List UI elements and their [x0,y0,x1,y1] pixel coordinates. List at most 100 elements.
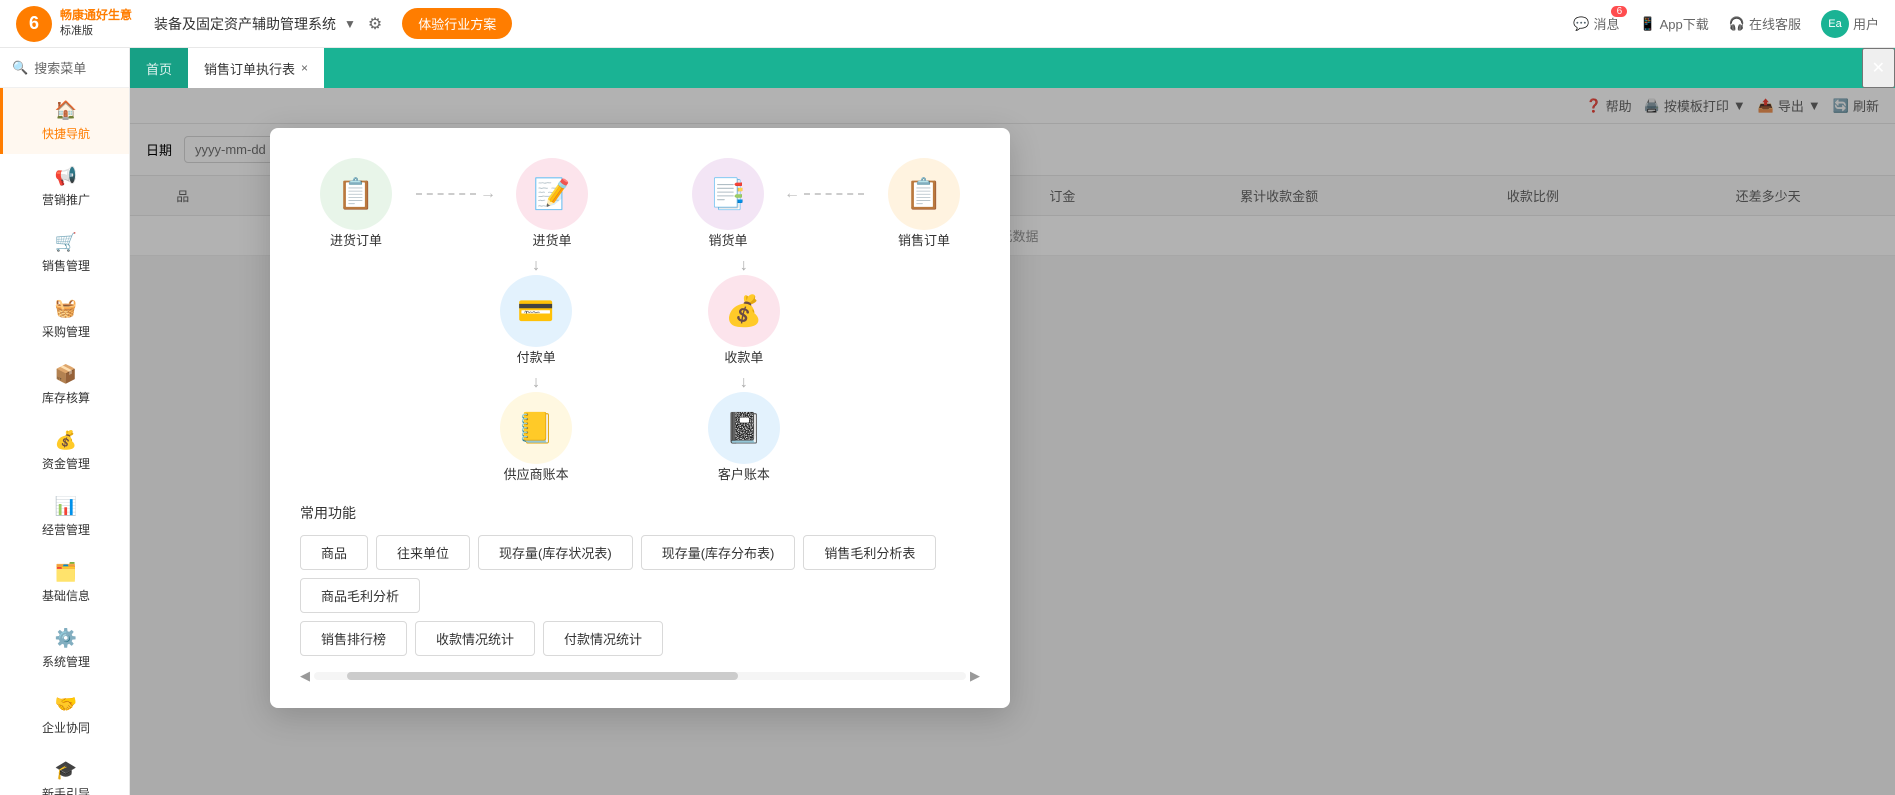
tab-sales-order-label: 销售订单执行表 [204,59,295,78]
sidebar-item-quick-nav[interactable]: 🏠 快捷导航 [0,88,129,154]
func-btn-product[interactable]: 商品 [300,535,368,570]
system-dropdown-btn[interactable]: ▼ [344,17,356,31]
modal-scrollbar[interactable] [314,672,966,680]
online-service-label: 在线客服 [1749,14,1801,33]
tab-close-btn[interactable]: × [301,61,308,75]
sidebar-item-label: 资金管理 [42,455,90,472]
tabs-bar: 首页 销售订单执行表 × ✕ [130,48,1895,88]
online-service-btn[interactable]: 🎧 在线客服 [1729,14,1801,33]
message-btn[interactable]: 💬 消息 6 [1573,14,1619,33]
tab-home[interactable]: 首页 [130,48,188,88]
sidebar-item-enterprise[interactable]: 🤝 企业协同 [0,682,129,748]
search-menu-label: 搜索菜单 [34,58,86,77]
basic-info-icon: 🗂️ [55,562,77,583]
flow-label-supplier-ledger: 供应商账本 [504,464,569,483]
flow-node-payment-bill[interactable]: 💳 [500,275,572,347]
sidebar-item-marketing[interactable]: 📢 营销推广 [0,154,129,220]
sidebar: 🔍 搜索菜单 🏠 快捷导航 📢 营销推广 🛒 销售管理 🧺 采购管理 📦 库存核… [0,48,130,795]
flow-label-sales-bill: 销货单 [708,230,747,249]
common-functions-title: 常用功能 [300,503,980,523]
sidebar-item-basic-info[interactable]: 🗂️ 基础信息 [0,550,129,616]
common-functions: 常用功能 商品 往来单位 现存量(库存状况表) 现存量(库存分布表) 销售毛利分… [300,503,980,656]
flow-label-receipt-bill: 收款单 [724,347,763,366]
tab-home-label: 首页 [146,59,172,78]
flow-node-receipt-bill[interactable]: 💰 [708,275,780,347]
top-header: 6 畅康通好生意 标准版 装备及固定资产辅助管理系统 ▼ ⚙ 体验行业方案 💬 … [0,0,1895,48]
flow-node-supplier-ledger[interactable]: 📒 [500,392,572,464]
sidebar-item-label: 营销推广 [42,191,90,208]
purchase-icon: 🧺 [55,298,77,319]
sidebar-item-label: 新手引导 [42,785,90,795]
sidebar-item-inventory[interactable]: 📦 库存核算 [0,352,129,418]
marketing-icon: 📢 [55,166,77,187]
message-badge: 6 [1611,6,1627,17]
logo-text: 畅康通好生意 标准版 [60,7,132,39]
app-download-icon: 📱 [1639,16,1655,32]
operations-icon: 📊 [55,496,77,517]
new-user-icon: 🎓 [55,760,77,781]
tab-sales-order[interactable]: 销售订单执行表 × [188,48,324,88]
func-btn-product-margin[interactable]: 商品毛利分析 [300,578,420,613]
modal-scrollbar-area: ◀ ▶ [300,668,980,684]
service-icon: 🎧 [1729,16,1745,32]
func-btn-sales-margin[interactable]: 销售毛利分析表 [803,535,936,570]
avatar: Ea [1821,10,1849,38]
func-buttons-row1: 商品 往来单位 现存量(库存状况表) 现存量(库存分布表) 销售毛利分析表 商品… [300,535,980,613]
scroll-right-icon[interactable]: ▶ [970,668,980,684]
func-btn-inventory-status[interactable]: 现存量(库存状况表) [478,535,633,570]
func-btn-partners[interactable]: 往来单位 [376,535,470,570]
user-label: 用户 [1853,14,1879,33]
func-btn-sales-rank[interactable]: 销售排行榜 [300,621,407,656]
header-right: 💬 消息 6 📱 App下载 🎧 在线客服 Ea 用户 [1573,10,1879,38]
flow-label-sales-order: 销售订单 [898,230,950,249]
system-title-text: 装备及固定资产辅助管理系统 [154,14,336,34]
func-btn-inventory-dist[interactable]: 现存量(库存分布表) [641,535,796,570]
flow-node-purchase-bill[interactable]: 📝 [516,158,588,230]
sidebar-item-label: 企业协同 [42,719,90,736]
sidebar-item-label: 系统管理 [42,653,90,670]
sidebar-item-purchase[interactable]: 🧺 采购管理 [0,286,129,352]
brand-sub: 标准版 [60,24,132,39]
sidebar-item-new-user[interactable]: 🎓 新手引导 [0,748,129,795]
flow-node-sales-bill[interactable]: 📑 [692,158,764,230]
system-title-area: 装备及固定资产辅助管理系统 ▼ ⚙ 体验行业方案 [154,8,512,39]
flow-label-customer-ledger: 客户账本 [718,464,770,483]
flow-node-purchase-order[interactable]: 📋 [320,158,392,230]
page-content: ❓ 帮助 🖨️ 按模板打印 ▼ 📤 导出 ▼ 🔄 刷新 [130,88,1895,795]
func-btn-receipt-stats[interactable]: 收款情况统计 [415,621,535,656]
flow-label-purchase-order: 进货订单 [330,230,382,249]
flow-label-purchase-bill: 进货单 [532,230,571,249]
search-menu-btn[interactable]: 🔍 搜索菜单 [0,48,129,88]
app-download-label: App下载 [1660,14,1709,33]
sidebar-item-sales[interactable]: 🛒 销售管理 [0,220,129,286]
sidebar-item-label: 销售管理 [42,257,90,274]
sidebar-item-label: 经营管理 [42,521,90,538]
flow-node-sales-order[interactable]: 📋 [888,158,960,230]
modal-box: 📋 进货订单 → 📝 [270,128,1010,708]
logo-icon: 6 [16,6,52,42]
modal-scroll-thumb[interactable] [347,672,738,680]
sidebar-item-label: 基础信息 [42,587,90,604]
experience-btn[interactable]: 体验行业方案 [402,8,512,39]
scroll-left-icon[interactable]: ◀ [300,668,310,684]
inventory-icon: 📦 [55,364,77,385]
message-icon: 💬 [1573,16,1589,32]
brand-name: 畅康通好生意 [60,7,132,24]
settings-icon-btn[interactable]: ⚙ [368,14,382,34]
logo-area: 6 畅康通好生意 标准版 [16,6,146,42]
modal-overlay[interactable]: 📋 进货订单 → 📝 [130,88,1895,795]
func-btn-payment-stats[interactable]: 付款情况统计 [543,621,663,656]
sidebar-item-operations[interactable]: 📊 经营管理 [0,484,129,550]
close-all-tabs-btn[interactable]: ✕ [1862,48,1895,88]
func-buttons-row2: 销售排行榜 收款情况统计 付款情况统计 [300,621,980,656]
enterprise-icon: 🤝 [55,694,77,715]
system-icon: ⚙️ [55,628,77,649]
flow-node-customer-ledger[interactable]: 📓 [708,392,780,464]
app-download-btn[interactable]: 📱 App下载 [1639,14,1708,33]
sidebar-item-system[interactable]: ⚙️ 系统管理 [0,616,129,682]
finance-icon: 💰 [55,430,77,451]
sidebar-item-finance[interactable]: 💰 资金管理 [0,418,129,484]
quick-nav-icon: 🏠 [55,100,77,121]
sidebar-item-label: 快捷导航 [42,125,90,142]
user-area[interactable]: Ea 用户 [1821,10,1879,38]
